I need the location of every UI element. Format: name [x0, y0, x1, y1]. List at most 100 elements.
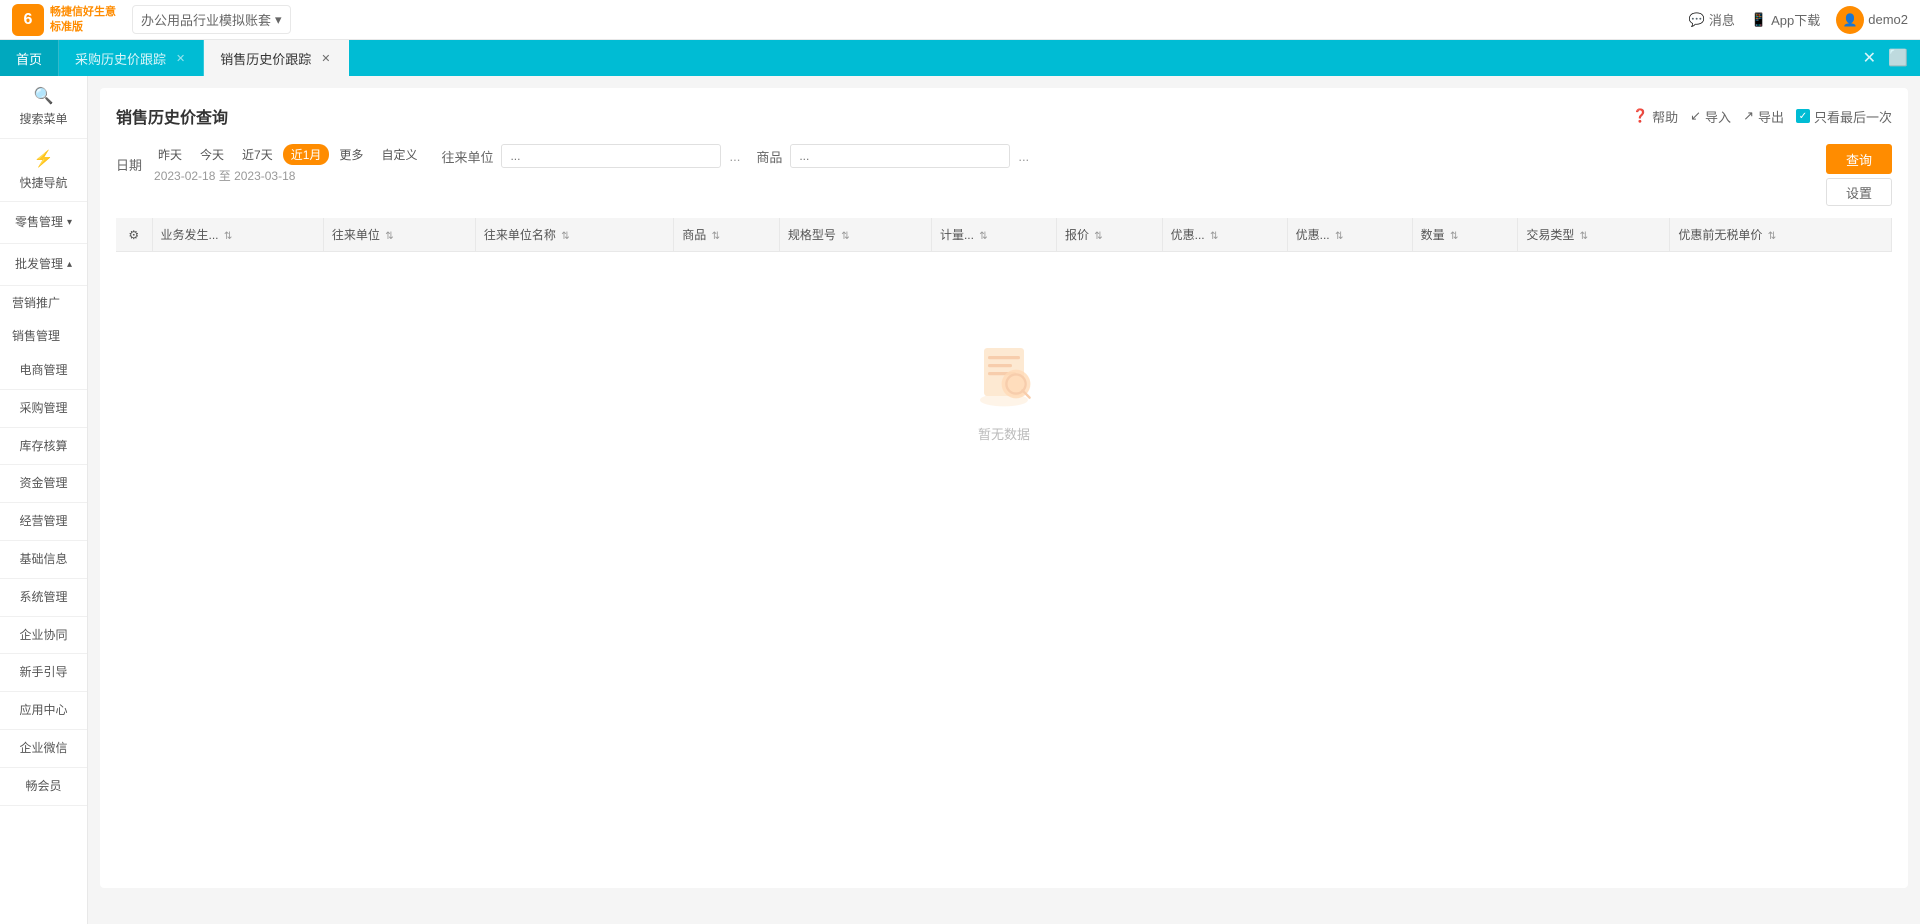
- settings-icon[interactable]: ⚙: [128, 228, 139, 242]
- empty-text: 暂无数据: [978, 424, 1030, 443]
- sidebar-item-enterprise[interactable]: 企业协同: [0, 617, 87, 655]
- col-partner-name[interactable]: 往来单位名称 ⇅: [475, 218, 673, 252]
- sort-icon-quantity: ⇅: [1450, 231, 1458, 242]
- message-icon: 💬: [1689, 12, 1705, 28]
- sidebar-item-ecommerce[interactable]: 电商管理: [0, 352, 87, 390]
- top-header: 6 畅捷信好生意 标准版 办公用品行业模拟账套 ▾ 💬 消息 📱 App下载 👤…: [0, 0, 1920, 40]
- col-unit[interactable]: 计量... ⇅: [931, 218, 1056, 252]
- page-card: 销售历史价查询 ❓ 帮助 ↙ 导入 ↗ 导出: [100, 88, 1908, 888]
- sidebar-item-retail-mgmt[interactable]: 零售管理 ▾: [0, 202, 87, 244]
- tab-sales-history[interactable]: 销售历史价跟踪 ✕: [204, 40, 349, 76]
- empty-state: 暂无数据: [116, 252, 1892, 523]
- sidebar-item-basic-info[interactable]: 基础信息: [0, 541, 87, 579]
- only-last-toggle[interactable]: ✓ 只看最后一次: [1796, 107, 1892, 126]
- sidebar-item-system[interactable]: 系统管理: [0, 579, 87, 617]
- col-discount2[interactable]: 优惠... ⇅: [1287, 218, 1412, 252]
- search-icon: 🔍: [34, 86, 54, 108]
- col-goods[interactable]: 商品 ⇅: [674, 218, 780, 252]
- query-button[interactable]: 查询: [1826, 144, 1892, 174]
- sidebar-item-sales-mgmt[interactable]: 销售管理: [0, 319, 87, 352]
- tab-purchase-close-icon[interactable]: ✕: [174, 50, 187, 67]
- col-biz-date[interactable]: 业务发生... ⇅: [152, 218, 323, 252]
- import-icon: ↙: [1690, 108, 1701, 124]
- col-quantity[interactable]: 数量 ⇅: [1412, 218, 1518, 252]
- tab-maximize-icon[interactable]: ⬜: [1884, 44, 1912, 72]
- tab-home[interactable]: 首页: [0, 40, 59, 76]
- nav-icon: ⚡: [34, 149, 54, 171]
- partner-input[interactable]: [501, 144, 721, 168]
- sidebar-item-search-menu[interactable]: 🔍 搜索菜单: [0, 76, 87, 139]
- main-layout: 🔍 搜索菜单 ⚡ 快捷导航 零售管理 ▾ 批发管理 ▴ 营销推广 销售管理 电商…: [0, 76, 1920, 924]
- sidebar-item-member[interactable]: 畅会员: [0, 768, 87, 806]
- tab-bar-controls: ✕ ⬜: [1859, 44, 1920, 72]
- col-spec[interactable]: 规格型号 ⇅: [779, 218, 931, 252]
- logo-text: 畅捷信好生意 标准版: [50, 5, 116, 34]
- sidebar-item-operations[interactable]: 经营管理: [0, 503, 87, 541]
- date-btn-1month[interactable]: 近1月: [283, 144, 330, 165]
- app-selector[interactable]: 办公用品行业模拟账套 ▾: [132, 5, 291, 34]
- col-quote[interactable]: 报价 ⇅: [1056, 218, 1162, 252]
- table-container: ⚙ 业务发生... ⇅ 往来单位 ⇅: [116, 218, 1892, 523]
- sidebar-item-marketing[interactable]: 营销推广: [0, 286, 87, 319]
- date-btn-today[interactable]: 今天: [192, 144, 232, 165]
- date-btn-yesterday[interactable]: 昨天: [150, 144, 190, 165]
- help-icon: ❓: [1632, 108, 1648, 124]
- filter-container: 日期 昨天 今天 近7天 近1月 更多 自定义 202: [116, 144, 1892, 206]
- sidebar-item-wechat[interactable]: 企业微信: [0, 730, 87, 768]
- sidebar-item-inventory[interactable]: 库存核算: [0, 428, 87, 466]
- export-icon: ↗: [1743, 108, 1754, 124]
- sidebar-item-app-center[interactable]: 应用中心: [0, 692, 87, 730]
- sort-icon-unit: ⇅: [979, 231, 987, 242]
- tab-close-all-icon[interactable]: ✕: [1859, 44, 1880, 72]
- col-settings[interactable]: ⚙: [116, 218, 152, 252]
- sidebar-item-finance[interactable]: 资金管理: [0, 465, 87, 503]
- empty-state-icon: [964, 332, 1044, 412]
- col-trade-type[interactable]: 交易类型 ⇅: [1518, 218, 1670, 252]
- sidebar-item-quick-nav[interactable]: ⚡ 快捷导航: [0, 139, 87, 202]
- content: 销售历史价查询 ❓ 帮助 ↙ 导入 ↗ 导出: [88, 76, 1920, 924]
- sort-icon-goods: ⇅: [712, 231, 720, 242]
- sort-icon-biz-date: ⇅: [224, 231, 232, 242]
- logo-area: 6 畅捷信好生意 标准版: [12, 4, 116, 36]
- help-action[interactable]: ❓ 帮助: [1632, 107, 1678, 126]
- sidebar-item-guide[interactable]: 新手引导: [0, 654, 87, 692]
- checkbox-icon: ✓: [1796, 109, 1810, 123]
- import-action[interactable]: ↙ 导入: [1690, 107, 1731, 126]
- col-pre-tax-price[interactable]: 优惠前无税单价 ⇅: [1670, 218, 1892, 252]
- partner-more-icon[interactable]: ...: [729, 149, 740, 164]
- date-label: 日期: [116, 155, 142, 174]
- sidebar-item-purchase[interactable]: 采购管理: [0, 390, 87, 428]
- partner-label: 往来单位: [441, 147, 493, 166]
- sort-icon-discount2: ⇅: [1335, 231, 1343, 242]
- col-discount1[interactable]: 优惠... ⇅: [1162, 218, 1287, 252]
- logo-icon: 6: [12, 4, 44, 36]
- app-download-action[interactable]: 📱 App下载: [1751, 10, 1820, 29]
- date-btn-custom[interactable]: 自定义: [373, 144, 425, 165]
- col-partner-code[interactable]: 往来单位 ⇅: [323, 218, 475, 252]
- header-left: 6 畅捷信好生意 标准版 办公用品行业模拟账套 ▾: [12, 4, 291, 36]
- chevron-down-icon: ▾: [275, 12, 282, 28]
- date-btn-7days[interactable]: 近7天: [234, 144, 281, 165]
- tab-purchase-history[interactable]: 采购历史价跟踪 ✕: [59, 40, 204, 76]
- chevron-down-icon: ▴: [67, 258, 72, 272]
- message-action[interactable]: 💬 消息: [1689, 10, 1735, 29]
- sort-icon-partner-name: ⇅: [561, 231, 569, 242]
- sort-icon-pre-tax-price: ⇅: [1768, 231, 1776, 242]
- avatar-icon: 👤: [1843, 13, 1858, 27]
- user-action[interactable]: 👤 demo2: [1836, 6, 1908, 34]
- tab-sales-close-icon[interactable]: ✕: [319, 50, 332, 67]
- date-filter-group: 日期 昨天 今天 近7天 近1月 更多 自定义 202: [116, 144, 425, 184]
- goods-label: 商品: [756, 147, 782, 166]
- date-btn-more[interactable]: 更多: [331, 144, 371, 165]
- goods-more-icon[interactable]: ...: [1018, 149, 1029, 164]
- settings-button[interactable]: 设置: [1826, 178, 1892, 206]
- goods-input[interactable]: [790, 144, 1010, 168]
- download-icon: 📱: [1751, 12, 1767, 28]
- chevron-right-icon: ▾: [67, 216, 72, 230]
- sidebar-item-wholesale-mgmt[interactable]: 批发管理 ▴: [0, 244, 87, 286]
- export-action[interactable]: ↗ 导出: [1743, 107, 1784, 126]
- header-right: 💬 消息 📱 App下载 👤 demo2: [1689, 6, 1908, 34]
- sort-icon-discount1: ⇅: [1210, 231, 1218, 242]
- sidebar: 🔍 搜索菜单 ⚡ 快捷导航 零售管理 ▾ 批发管理 ▴ 营销推广 销售管理 电商…: [0, 76, 88, 924]
- page-header: 销售历史价查询 ❓ 帮助 ↙ 导入 ↗ 导出: [116, 104, 1892, 128]
